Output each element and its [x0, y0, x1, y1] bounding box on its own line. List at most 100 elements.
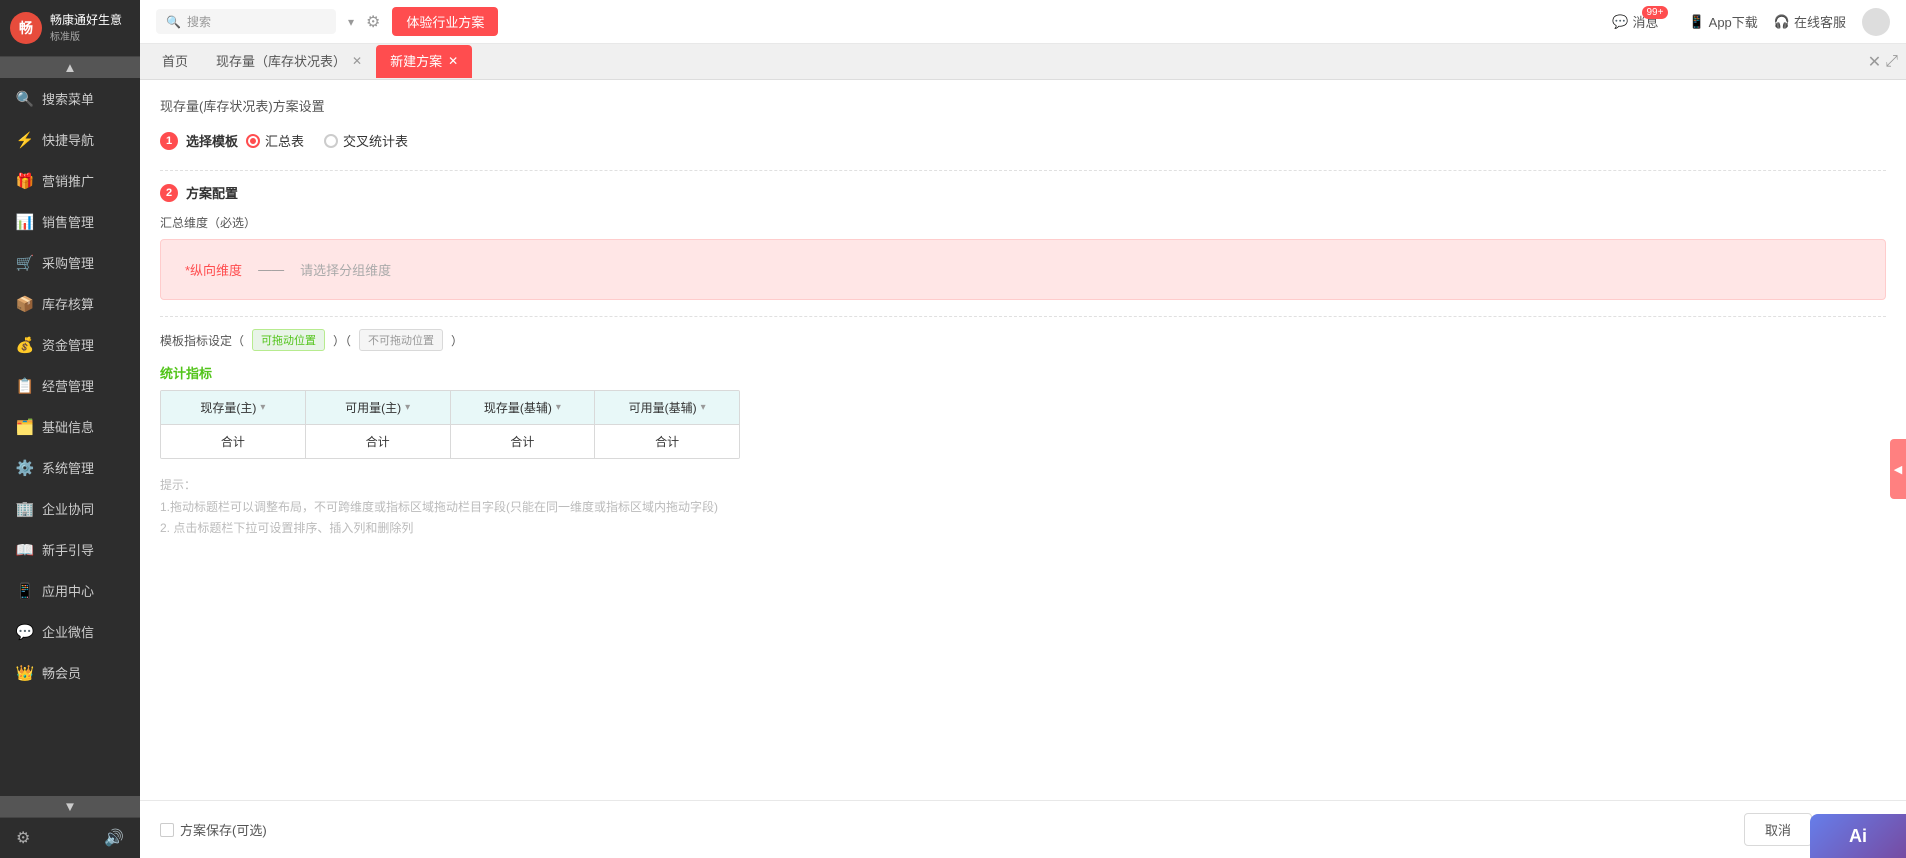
ai-float-button[interactable]: Ai: [1810, 814, 1906, 858]
member-icon: 👑: [16, 664, 34, 682]
service-label: 在线客服: [1794, 12, 1846, 31]
sidebar-item-member[interactable]: 👑 畅会员: [0, 652, 140, 693]
divider2: [160, 316, 1886, 317]
sidebar: 畅 畅康通好生意 标准版 ▲ 🔍 搜索菜单 ⚡ 快捷导航 🎁 营销推广 📊 销售…: [0, 0, 140, 858]
radio-cross-label: 交叉统计表: [343, 131, 408, 150]
sidebar-nav: 🔍 搜索菜单 ⚡ 快捷导航 🎁 营销推广 📊 销售管理 🛒 采购管理 📦 库存核…: [0, 78, 140, 796]
enterprise-wechat-icon: 💬: [16, 623, 34, 641]
topbar: 🔍 搜索 ▾ ⚙ 体验行业方案 💬 消息 99+ 📱 App下载 🎧 在线客服: [140, 0, 1906, 44]
radio-cross[interactable]: 交叉统计表: [324, 131, 408, 150]
app-download-btn[interactable]: 📱 App下载: [1688, 12, 1757, 31]
gear-icon[interactable]: ⚙: [366, 12, 380, 32]
dropdown-icon[interactable]: ▾: [348, 15, 354, 29]
sidebar-item-enterprise-wechat[interactable]: 💬 企业微信: [0, 611, 140, 652]
stats-header-col2-label: 可用量(主): [345, 399, 401, 416]
stats-table: 现存量(主) ▾ 可用量(主) ▾ 现存量(基辅) ▾ 可用量(基辅): [160, 390, 740, 459]
stats-header-col4-label: 可用量(基辅): [629, 399, 697, 416]
stats-header-col2[interactable]: 可用量(主) ▾: [306, 391, 451, 424]
sidebar-item-label: 快捷导航: [42, 130, 94, 149]
sidebar-item-inventory[interactable]: 📦 库存核算: [0, 283, 140, 324]
sidebar-item-label: 应用中心: [42, 581, 94, 600]
save-checkbox[interactable]: [160, 823, 174, 837]
app-download-label: App下载: [1709, 12, 1758, 31]
logo-icon: 畅: [10, 12, 42, 44]
app-center-icon: 📱: [16, 582, 34, 600]
template-radio-group: 汇总表 交叉统计表: [246, 131, 408, 150]
tab-expand-icon[interactable]: ⤢: [1885, 53, 1898, 71]
settings-icon[interactable]: ⚙: [16, 828, 30, 848]
right-panel-toggle[interactable]: ◀: [1890, 439, 1906, 499]
bottom-bar: 方案保存(可选) 取消 查询: [140, 800, 1906, 858]
sales-icon: 📊: [16, 213, 34, 231]
stats-cell-r1c2: 合计: [306, 424, 451, 458]
sidebar-item-basic-info[interactable]: 🗂️ 基础信息: [0, 406, 140, 447]
dimension-placeholder: 请选择分组维度: [300, 260, 391, 279]
enterprise-icon: 🏢: [16, 500, 34, 518]
sidebar-item-operation[interactable]: 📋 经营管理: [0, 365, 140, 406]
purchase-icon: 🛒: [16, 254, 34, 272]
stats-cell-r1c1-val: 合计: [221, 433, 245, 450]
radio-summary[interactable]: 汇总表: [246, 131, 304, 150]
sidebar-item-new-guide[interactable]: 📖 新手引导: [0, 529, 140, 570]
chevron-down-icon-2: ▾: [405, 402, 410, 413]
section1-header: 1 选择模板 汇总表 交叉统计表: [160, 131, 1886, 150]
cancel-button[interactable]: 取消: [1744, 813, 1812, 846]
search-box[interactable]: 🔍 搜索: [156, 9, 336, 34]
tips-title: 提示：: [160, 478, 196, 492]
sidebar-item-search-menu[interactable]: 🔍 搜索菜单: [0, 78, 140, 119]
content-inner: 现存量(库存状况表)方案设置 1 选择模板 汇总表 交叉统计表: [140, 80, 1906, 800]
sidebar-item-system[interactable]: ⚙️ 系统管理: [0, 447, 140, 488]
inventory-icon: 📦: [16, 295, 34, 313]
tab-inventory-status[interactable]: 现存量（库存状况表） ✕: [202, 45, 376, 78]
search-placeholder: 搜索: [187, 13, 211, 30]
tips-item2: 2. 点击标题栏下拉可设置排序、插入列和删除列: [160, 518, 1886, 540]
immovable-tag: 不可拖动位置: [359, 329, 443, 351]
chevron-down-icon-3: ▾: [556, 402, 561, 413]
radio-cross-circle: [324, 134, 338, 148]
sidebar-item-marketing[interactable]: 🎁 营销推广: [0, 160, 140, 201]
sidebar-item-label: 采购管理: [42, 253, 94, 272]
stats-header-col3-label: 现存量(基辅): [484, 399, 552, 416]
messages-btn[interactable]: 💬 消息 99+: [1612, 12, 1658, 31]
stats-header-col4[interactable]: 可用量(基辅) ▾: [595, 391, 739, 424]
speaker-icon[interactable]: 🔊: [104, 828, 124, 848]
logo-text: 畅康通好生意 标准版: [50, 13, 122, 44]
sidebar-item-label: 经营管理: [42, 376, 94, 395]
stats-cell-r1c4: 合计: [595, 424, 739, 458]
app-logo: 畅 畅康通好生意 标准版: [0, 0, 140, 57]
sidebar-scroll-down[interactable]: ▼: [0, 796, 140, 817]
sidebar-item-sales[interactable]: 📊 销售管理: [0, 201, 140, 242]
sidebar-item-label: 库存核算: [42, 294, 94, 313]
sidebar-item-app-center[interactable]: 📱 应用中心: [0, 570, 140, 611]
tab-new-plan[interactable]: 新建方案 ✕: [376, 45, 472, 78]
sidebar-scroll-up[interactable]: ▲: [0, 57, 140, 78]
tab-new-plan-label: 新建方案: [390, 51, 442, 70]
sidebar-item-label: 企业协同: [42, 499, 94, 518]
sidebar-item-quick-nav[interactable]: ⚡ 快捷导航: [0, 119, 140, 160]
stats-header-col3[interactable]: 现存量(基辅) ▾: [451, 391, 596, 424]
sidebar-item-finance[interactable]: 💰 资金管理: [0, 324, 140, 365]
stats-header-col1[interactable]: 现存量(主) ▾: [161, 391, 306, 424]
page-title: 现存量(库存状况表)方案设置: [160, 96, 1886, 115]
dimension-dash: ——: [258, 262, 284, 277]
avatar[interactable]: [1862, 8, 1890, 36]
sidebar-item-enterprise[interactable]: 🏢 企业协同: [0, 488, 140, 529]
sidebar-item-label: 营销推广: [42, 171, 94, 190]
section1-title: 选择模板: [186, 131, 238, 150]
tab-close-all-icon[interactable]: ✕: [1868, 52, 1881, 72]
dimension-box[interactable]: *纵向维度 —— 请选择分组维度: [160, 239, 1886, 300]
trial-btn[interactable]: 体验行业方案: [392, 7, 498, 36]
stats-cell-r1c3-val: 合计: [510, 433, 534, 450]
basic-info-icon: 🗂️: [16, 418, 34, 436]
sidebar-item-label: 基础信息: [42, 417, 94, 436]
tab-new-plan-close[interactable]: ✕: [448, 54, 458, 68]
save-checkbox-area: 方案保存(可选): [160, 820, 1736, 839]
tab-inventory-close[interactable]: ✕: [352, 54, 362, 68]
sidebar-item-purchase[interactable]: 🛒 采购管理: [0, 242, 140, 283]
tab-home[interactable]: 首页: [148, 45, 202, 78]
indicator-settings-suffix: ）: [451, 332, 463, 349]
service-btn[interactable]: 🎧 在线客服: [1774, 12, 1846, 31]
search-icon: 🔍: [166, 15, 181, 29]
new-guide-icon: 📖: [16, 541, 34, 559]
finance-icon: 💰: [16, 336, 34, 354]
